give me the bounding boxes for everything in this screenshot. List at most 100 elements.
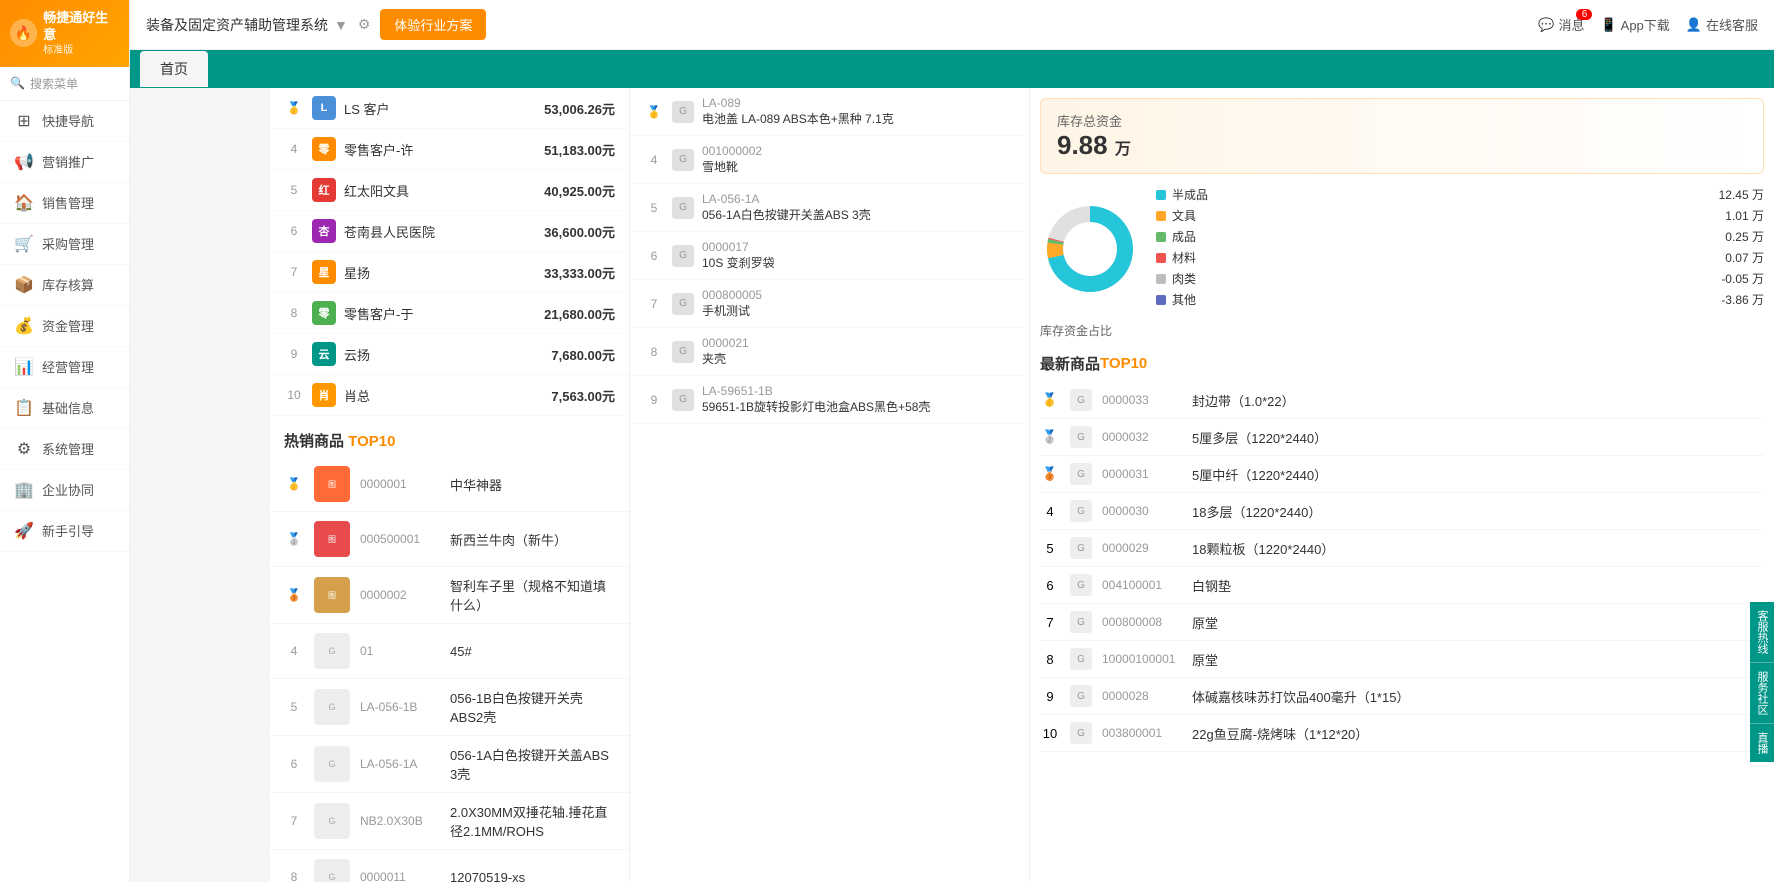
- hot-rank-medal-1: 🥇: [284, 477, 304, 491]
- rank-amount-2: 51,183.00元: [544, 140, 615, 159]
- sidebar-item-operation[interactable]: 📊 经营管理: [0, 347, 129, 388]
- rank-amount-1: 53,006.26元: [544, 99, 615, 118]
- online-service-icon: 👤: [1686, 17, 1702, 33]
- online-service-button[interactable]: 👤 在线客服: [1686, 15, 1758, 34]
- rank-avatar-5: 星: [312, 260, 336, 284]
- hot-product-code-8: 0000011: [360, 870, 440, 882]
- new-product-code-7: 000800008: [1102, 615, 1182, 629]
- hot-rank-medal-2: 🥈: [284, 532, 304, 546]
- hot-product-3: 🥉 图 0000002 智利车子里（规格不知道填什么）: [270, 567, 629, 624]
- product-rank-item-7: 9 G LA-59651-1B 59651-1B旋转投影灯电池盒ABS黑色+58…: [630, 376, 1029, 424]
- hot-rank-medal-3: 🥉: [284, 588, 304, 602]
- right-panel-inner: 库存总资金 9.88 万: [1030, 88, 1774, 762]
- rank-item-5: 7 星 星扬 33,333.00元: [270, 252, 629, 293]
- product-rank-num-6: 8: [644, 345, 664, 359]
- rank-item-1: 🥇 L LS 客户 53,006.26元: [270, 88, 629, 129]
- sidebar-item-guide[interactable]: 🚀 新手引导: [0, 511, 129, 552]
- rank-avatar-8: 肖: [312, 383, 336, 407]
- rank-name-5: 星扬: [344, 263, 536, 282]
- hot-product-name-8: 12070519-xs: [450, 870, 615, 882]
- hot-product-2: 🥈 图 000500001 新西兰牛肉（新牛）: [270, 512, 629, 567]
- system-name-text: 装备及固定资产辅助管理系统: [146, 15, 328, 35]
- rank-amount-5: 33,333.00元: [544, 263, 615, 282]
- rank-item-3: 5 红 红太阳文具 40,925.00元: [270, 170, 629, 211]
- sidebar-item-label: 系统管理: [42, 439, 94, 458]
- new-product-8: 8 G 10000100001 原堂: [1040, 641, 1764, 678]
- rank-amount-8: 7,563.00元: [551, 386, 615, 405]
- hot-product-code-4: 01: [360, 644, 440, 658]
- sidebar-item-label: 采购管理: [42, 234, 94, 253]
- rank-item-8: 10 肖 肖总 7,563.00元: [270, 375, 629, 416]
- product-rank-num-3: 5: [644, 201, 664, 215]
- float-btn-live[interactable]: 直播: [1750, 724, 1774, 762]
- new-product-medal-1: 🥇: [1040, 392, 1060, 408]
- legend-item-3: 成品 0.25 万: [1156, 228, 1764, 245]
- search-menu[interactable]: 🔍 搜索菜单: [0, 67, 129, 101]
- operation-icon: 📊: [14, 357, 34, 377]
- product-icon-5: G: [672, 293, 694, 315]
- quick-nav-icon: ⊞: [14, 111, 34, 131]
- legend-item-6: 其他 -3.86 万: [1156, 291, 1764, 308]
- legend-value-4: 0.07 万: [1725, 249, 1764, 266]
- tab-home[interactable]: 首页: [140, 51, 208, 87]
- settings-icon[interactable]: ⚙: [358, 16, 371, 33]
- legend-item-1: 半成品 12.45 万: [1156, 186, 1764, 203]
- new-product-rank-7: 7: [1040, 615, 1060, 630]
- rank-amount-3: 40,925.00元: [544, 181, 615, 200]
- new-product-code-10: 003800001: [1102, 726, 1182, 740]
- app-download-button[interactable]: 📱 App下载: [1600, 15, 1669, 34]
- donut-chart: [1040, 199, 1140, 299]
- sidebar-item-finance[interactable]: 💰 资金管理: [0, 306, 129, 347]
- right-stats-panel: 库存总资金 9.88 万: [1030, 88, 1774, 882]
- legend-dot-4: [1156, 253, 1166, 263]
- notification-button[interactable]: 💬 消息 6: [1538, 15, 1584, 34]
- hot-products-title: 热销商品 TOP10: [270, 416, 629, 457]
- sidebar-item-system[interactable]: ⚙ 系统管理: [0, 429, 129, 470]
- legend-value-3: 0.25 万: [1725, 228, 1764, 245]
- sidebar-item-label: 经营管理: [42, 357, 94, 376]
- hot-product-code-6: LA-056-1A: [360, 757, 440, 771]
- product-icon-4: G: [672, 245, 694, 267]
- rank-name-8: 肖总: [344, 386, 543, 405]
- sidebar-item-quick-nav[interactable]: ⊞ 快捷导航: [0, 101, 129, 142]
- sidebar-item-inventory[interactable]: 📦 库存核算: [0, 265, 129, 306]
- float-btn-community[interactable]: 服务社区: [1750, 663, 1774, 724]
- new-product-icon-1: G: [1070, 389, 1092, 411]
- left-panel: [130, 88, 270, 882]
- hot-product-7: 7 G NB2.0X30B 2.0X30MM双捶花轴.捶花直径2.1MM/ROH…: [270, 793, 629, 850]
- hot-product-code-2: 000500001: [360, 532, 440, 546]
- sidebar-item-enterprise[interactable]: 🏢 企业协同: [0, 470, 129, 511]
- new-product-10: 10 G 003800001 22g鱼豆腐-烧烤味（1*12*20）: [1040, 715, 1764, 752]
- rank-item-2: 4 零 零售客户-许 51,183.00元: [270, 129, 629, 170]
- inventory-card: 库存总资金 9.88 万: [1040, 98, 1764, 174]
- rank-avatar-3: 红: [312, 178, 336, 202]
- rank-num-2: 4: [284, 142, 304, 156]
- new-product-name-5: 18颗粒板（1220*2440）: [1192, 539, 1764, 558]
- sidebar-item-label: 快捷导航: [42, 111, 94, 130]
- new-product-9: 9 G 0000028 体碱嘉核味苏打饮品400毫升（1*15）: [1040, 678, 1764, 715]
- hot-product-img-5: G: [314, 689, 350, 725]
- product-info-3: LA-056-1A 056-1A白色按键开关盖ABS 3壳: [702, 192, 1015, 223]
- hot-product-1: 🥇 图 0000001 中华神器: [270, 457, 629, 512]
- legend-dot-5: [1156, 274, 1166, 284]
- system-dropdown-icon[interactable]: ▼: [334, 17, 348, 33]
- new-product-name-1: 封边带（1.0*22）: [1192, 391, 1764, 410]
- donut-svg: [1040, 199, 1140, 299]
- trial-button[interactable]: 体验行业方案: [380, 9, 486, 40]
- content-area: 🥇 L LS 客户 53,006.26元 4 零 零售客户-许 51,183.0…: [130, 88, 1774, 882]
- sidebar-item-purchase[interactable]: 🛒 采购管理: [0, 224, 129, 265]
- hot-product-name-3: 智利车子里（规格不知道填什么）: [450, 576, 615, 614]
- new-products-badge: TOP10: [1100, 355, 1147, 372]
- sales-icon: 🏠: [14, 193, 34, 213]
- new-product-name-6: 白钢垫: [1192, 576, 1764, 595]
- hot-product-8: 8 G 0000011 12070519-xs: [270, 850, 629, 882]
- product-info-7: LA-59651-1B 59651-1B旋转投影灯电池盒ABS黑色+58壳: [702, 384, 1015, 415]
- sidebar-item-marketing[interactable]: 📢 营销推广: [0, 142, 129, 183]
- rank-item-4: 6 杏 苍南县人民医院 36,600.00元: [270, 211, 629, 252]
- sidebar-item-basic-info[interactable]: 📋 基础信息: [0, 388, 129, 429]
- sidebar-item-sales[interactable]: 🏠 销售管理: [0, 183, 129, 224]
- float-btn-service[interactable]: 客服热线: [1750, 602, 1774, 663]
- hot-product-code-3: 0000002: [360, 588, 440, 602]
- legend-dot-3: [1156, 232, 1166, 242]
- rank-num-8: 10: [284, 388, 304, 402]
